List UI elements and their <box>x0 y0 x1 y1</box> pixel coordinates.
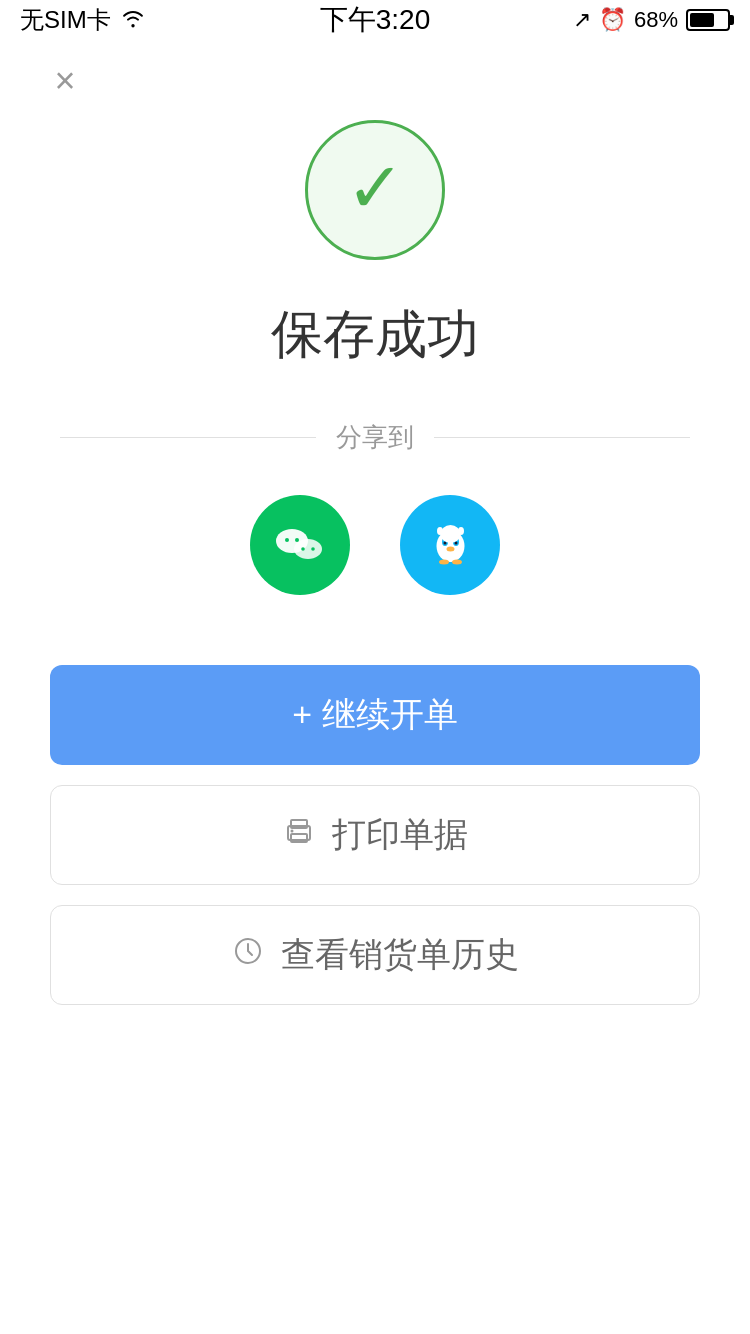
svg-point-20 <box>291 830 294 833</box>
continue-button[interactable]: + 继续开单 <box>50 665 700 765</box>
status-left: 无SIM卡 <box>20 4 147 36</box>
svg-point-1 <box>294 539 322 559</box>
print-button[interactable]: 打印单据 <box>50 785 700 885</box>
status-time: 下午3:20 <box>320 1 431 39</box>
close-icon: × <box>54 63 75 99</box>
divider-line-right <box>434 437 690 438</box>
svg-point-15 <box>439 559 449 564</box>
svg-point-3 <box>295 538 299 542</box>
svg-point-13 <box>437 527 443 535</box>
svg-point-12 <box>440 525 460 543</box>
divider-line-left <box>60 437 316 438</box>
location-icon: ↗ <box>573 7 591 33</box>
status-right: ↗ ⏰ 68% <box>573 7 730 33</box>
svg-point-2 <box>285 538 289 542</box>
alarm-icon: ⏰ <box>599 7 626 33</box>
qq-icon <box>423 518 478 573</box>
svg-point-4 <box>301 547 305 551</box>
carrier-text: 无SIM卡 <box>20 4 111 36</box>
svg-point-14 <box>458 527 464 535</box>
close-button[interactable]: × <box>40 56 90 106</box>
main-content: ✓ 保存成功 分享到 <box>0 40 750 1005</box>
status-bar: 无SIM卡 下午3:20 ↗ ⏰ 68% <box>0 0 750 40</box>
share-icons <box>250 495 500 595</box>
action-buttons: + 继续开单 打印单据 查看销货单历史 <box>0 665 750 1005</box>
success-circle: ✓ <box>305 120 445 260</box>
battery-fill <box>690 13 714 27</box>
share-label: 分享到 <box>316 420 434 455</box>
success-title: 保存成功 <box>271 300 479 370</box>
battery-percent: 68% <box>634 7 678 33</box>
history-icon <box>231 934 265 976</box>
print-label: 打印单据 <box>332 812 468 858</box>
print-icon <box>282 814 316 856</box>
continue-label: + 继续开单 <box>292 692 457 738</box>
wechat-share-button[interactable] <box>250 495 350 595</box>
share-divider: 分享到 <box>0 420 750 455</box>
svg-point-11 <box>446 546 454 551</box>
svg-point-16 <box>452 559 462 564</box>
battery-bar <box>686 9 730 31</box>
history-label: 查看销货单历史 <box>281 932 519 978</box>
checkmark-icon: ✓ <box>346 153 405 223</box>
qq-share-button[interactable] <box>400 495 500 595</box>
wifi-icon <box>119 6 147 34</box>
history-button[interactable]: 查看销货单历史 <box>50 905 700 1005</box>
wechat-icon <box>270 515 330 575</box>
svg-point-5 <box>311 547 315 551</box>
